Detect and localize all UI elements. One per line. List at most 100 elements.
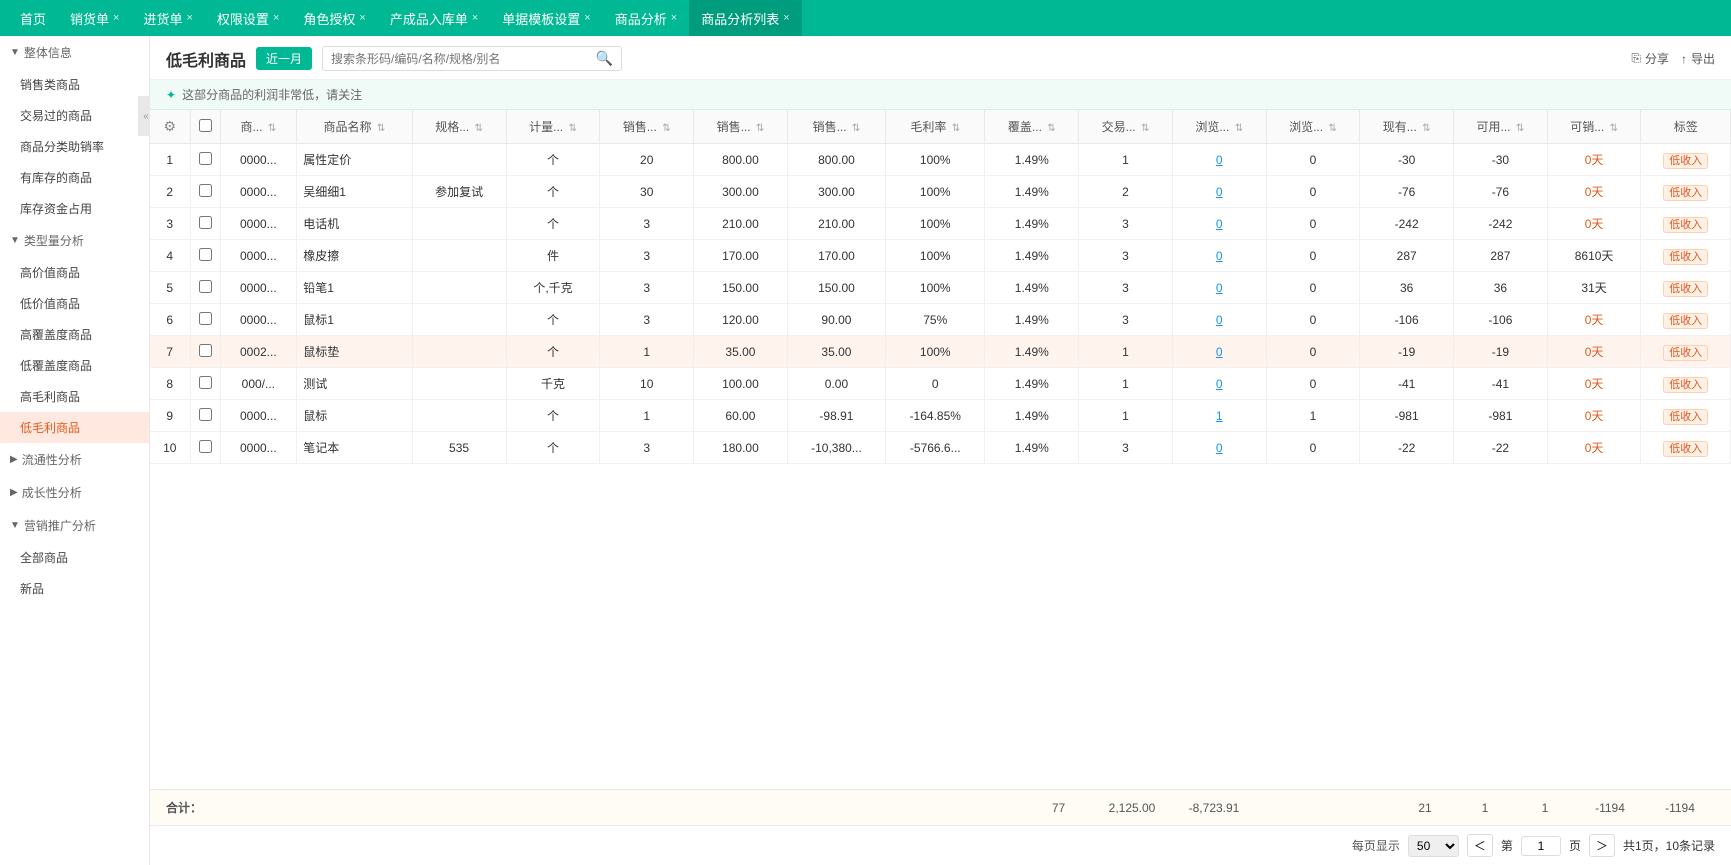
row-checkbox[interactable] (199, 344, 212, 357)
nav-close-goods-analysis[interactable]: × (671, 12, 677, 24)
th-unit[interactable]: 计量... ⇅ (506, 110, 600, 144)
row-checkbox[interactable] (199, 152, 212, 165)
sidebar-item-low-value[interactable]: 低价值商品 (0, 288, 149, 319)
nav-purchase-order[interactable]: 进货单 × (131, 0, 204, 36)
sidebar-group-overall-label: 整体信息 (24, 44, 72, 61)
th-stock[interactable]: 现有... ⇅ (1360, 110, 1454, 144)
browse1-link[interactable]: 0 (1216, 441, 1223, 455)
sidebar-item-traded-goods[interactable]: 交易过的商品 (0, 100, 149, 131)
cell-coverage: 1.49% (985, 144, 1079, 176)
sidebar-group-overall[interactable]: ▼ 整体信息 (0, 36, 149, 69)
sidebar-item-high-value[interactable]: 高价值商品 (0, 257, 149, 288)
browse1-link[interactable]: 1 (1216, 409, 1223, 423)
th-browse1[interactable]: 浏览... ⇅ (1172, 110, 1266, 144)
next-page-btn[interactable]: ＞ (1589, 834, 1615, 857)
sidebar-item-low-margin[interactable]: 低毛利商品 (0, 412, 149, 443)
browse1-link[interactable]: 0 (1216, 153, 1223, 167)
th-trades[interactable]: 交易... ⇅ (1079, 110, 1173, 144)
th-profit-rate[interactable]: 毛利率 ⇅ (886, 110, 985, 144)
sidebar-group-circulation[interactable]: ▶ 流通性分析 (0, 443, 149, 476)
sidebar-group-marketing[interactable]: ▼ 营销推广分析 (0, 509, 149, 542)
browse1-link[interactable]: 0 (1216, 217, 1223, 231)
th-sales-amt[interactable]: 销售... ⇅ (694, 110, 788, 144)
sidebar-collapse-btn[interactable]: « (138, 96, 150, 136)
page-size-select[interactable]: 50 100 (1408, 835, 1459, 857)
nav-close-purchase[interactable]: × (186, 12, 192, 24)
sidebar-item-stock-capital[interactable]: 库存资金占用 (0, 193, 149, 224)
arrow-marketing: ▼ (10, 520, 20, 531)
prev-page-btn[interactable]: ＜ (1467, 834, 1493, 857)
search-input[interactable] (331, 52, 596, 66)
nav-template[interactable]: 单据模板设置 × (490, 0, 602, 36)
nav-close-permission[interactable]: × (273, 12, 279, 24)
browse1-link[interactable]: 0 (1216, 281, 1223, 295)
cell-tag: 低收入 (1641, 400, 1731, 432)
cell-sales-qty: 3 (600, 272, 694, 304)
page-label: 第 (1501, 837, 1513, 854)
nav-close-product[interactable]: × (472, 12, 478, 24)
nav-sales-order[interactable]: 销货单 × (58, 0, 131, 36)
row-checkbox[interactable] (199, 280, 212, 293)
sidebar-group-type-analysis[interactable]: ▼ 类型量分析 (0, 224, 149, 257)
browse1-link[interactable]: 0 (1216, 249, 1223, 263)
browse1-link[interactable]: 0 (1216, 345, 1223, 359)
th-spec[interactable]: 规格... ⇅ (412, 110, 506, 144)
sidebar-item-new-goods[interactable]: 新品 (0, 573, 149, 604)
nav-permission[interactable]: 权限设置 × (205, 0, 291, 36)
page-input[interactable] (1521, 836, 1561, 856)
browse1-link[interactable]: 0 (1216, 313, 1223, 327)
nav-role-auth[interactable]: 角色授权 × (291, 0, 377, 36)
row-checkbox[interactable] (199, 408, 212, 421)
select-all-checkbox[interactable] (199, 119, 212, 132)
sidebar-item-low-coverage[interactable]: 低覆盖度商品 (0, 350, 149, 381)
footer-sales-qty: 77 (1026, 801, 1091, 815)
settings-icon[interactable]: ⚙ (163, 118, 176, 134)
sidebar-item-category-sales[interactable]: 商品分类助销率 (0, 131, 149, 162)
sidebar-item-instock-goods[interactable]: 有库存的商品 (0, 162, 149, 193)
row-checkbox[interactable] (199, 376, 212, 389)
sidebar-group-growth[interactable]: ▶ 成长性分析 (0, 476, 149, 509)
page-unit: 页 (1569, 837, 1581, 854)
sidebar-item-sales-goods[interactable]: 销售类商品 (0, 69, 149, 100)
cell-browse1: 0 (1172, 432, 1266, 464)
export-button[interactable]: ↑ 导出 (1681, 50, 1715, 67)
th-name[interactable]: 商品名称 ⇅ (297, 110, 412, 144)
row-checkbox[interactable] (199, 184, 212, 197)
share-button[interactable]: ⎘ 分享 (1631, 50, 1669, 67)
th-available[interactable]: 可用... ⇅ (1454, 110, 1548, 144)
row-checkbox[interactable] (199, 440, 212, 453)
th-salable[interactable]: 可销... ⇅ (1547, 110, 1641, 144)
sidebar-item-all-goods[interactable]: 全部商品 (0, 542, 149, 573)
th-sales-qty[interactable]: 销售... ⇅ (600, 110, 694, 144)
nav-close-template[interactable]: × (584, 12, 590, 24)
row-checkbox[interactable] (199, 248, 212, 261)
th-sales-profit[interactable]: 销售... ⇅ (787, 110, 885, 144)
nav-home[interactable]: 首页 (8, 0, 58, 36)
browse1-link[interactable]: 0 (1216, 185, 1223, 199)
sidebar-item-high-margin[interactable]: 高毛利商品 (0, 381, 149, 412)
arrow-growth: ▶ (10, 487, 18, 498)
nav-close-goods-list[interactable]: × (783, 12, 789, 24)
table-footer: 合计： 77 2,125.00 -8,723.91 21 1 1 -1194 -… (150, 789, 1731, 825)
cell-stock: -19 (1360, 336, 1454, 368)
cell-code: 0000... (220, 272, 297, 304)
cell-name: 属性定价 (297, 144, 412, 176)
nav-goods-analysis[interactable]: 商品分析 × (603, 0, 689, 36)
cell-checkbox (190, 368, 220, 400)
th-browse2[interactable]: 浏览... ⇅ (1266, 110, 1360, 144)
nav-goods-analysis-list[interactable]: 商品分析列表 × (689, 0, 801, 36)
period-button[interactable]: 近一月 (256, 47, 312, 70)
th-code[interactable]: 商... ⇅ (220, 110, 297, 144)
nav-product-instock[interactable]: 产成品入库单 × (378, 0, 490, 36)
row-checkbox[interactable] (199, 216, 212, 229)
cell-sales-profit: 35.00 (787, 336, 885, 368)
browse1-link[interactable]: 0 (1216, 377, 1223, 391)
th-settings[interactable]: ⚙ (150, 110, 190, 144)
arrow-overall: ▼ (10, 47, 20, 58)
search-icon[interactable]: 🔍 (596, 50, 613, 67)
row-checkbox[interactable] (199, 312, 212, 325)
nav-close-role[interactable]: × (359, 12, 365, 24)
th-coverage[interactable]: 覆盖... ⇅ (985, 110, 1079, 144)
sidebar-item-high-coverage[interactable]: 高覆盖度商品 (0, 319, 149, 350)
nav-close-sales-order[interactable]: × (113, 12, 119, 24)
